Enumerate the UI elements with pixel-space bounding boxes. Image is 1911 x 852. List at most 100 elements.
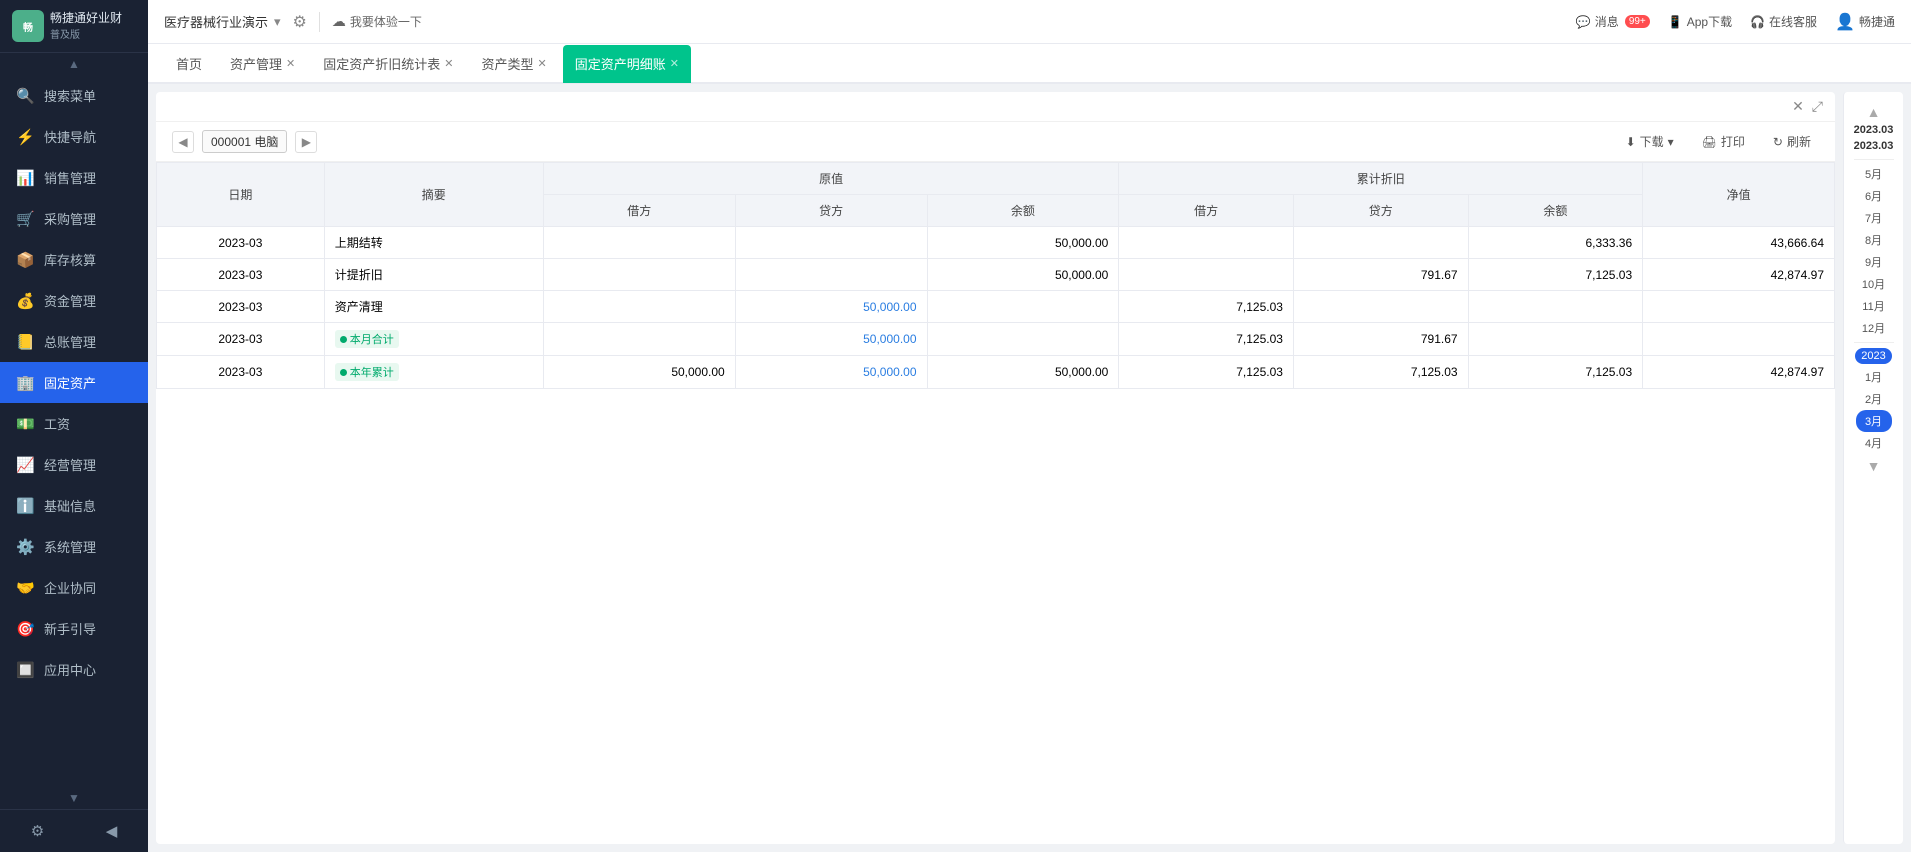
search-icon: 🔍 [16, 87, 34, 105]
sidebar-item-quicknav[interactable]: ⚡ 快捷导航 [0, 116, 148, 157]
settings-button[interactable]: ⚙ [27, 818, 48, 844]
timeline-month-3-active[interactable]: 3月 [1856, 410, 1892, 432]
sidebar-item-ledger[interactable]: 📒 总账管理 [0, 321, 148, 362]
timeline-month-11[interactable]: 11月 [1844, 295, 1903, 317]
timeline-month-7[interactable]: 7月 [1844, 207, 1903, 229]
cell-net-value [1643, 323, 1835, 356]
sidebar-item-operations[interactable]: 📈 经营管理 [0, 444, 148, 485]
timeline-month-1[interactable]: 1月 [1844, 366, 1903, 388]
tab-asset-mgmt-close[interactable]: ✕ [286, 57, 295, 70]
sidebar-logo: 畅 畅捷通好业财 普及版 [0, 0, 148, 53]
timeline-month-9[interactable]: 9月 [1844, 251, 1903, 273]
user-button[interactable]: 👤 畅捷通 [1835, 12, 1895, 32]
app-download-button[interactable]: 📱 App下载 [1668, 13, 1732, 30]
tab-home[interactable]: 首页 [164, 45, 214, 83]
cell-orig-balance: 50,000.00 [927, 356, 1119, 389]
timeline-month-4[interactable]: 4月 [1844, 432, 1903, 454]
next-asset-button[interactable]: ▶ [295, 131, 317, 153]
sidebar-item-funds[interactable]: 💰 资金管理 [0, 280, 148, 321]
cell-orig-credit: 50,000.00 [735, 291, 927, 323]
collapse-button[interactable]: ◀ [102, 818, 122, 844]
basic-icon: ℹ️ [16, 497, 34, 515]
topbar-title[interactable]: 医疗器械行业演示 ▾ [164, 12, 281, 31]
timeline-month-12[interactable]: 12月 [1844, 317, 1903, 339]
sidebar-item-inventory[interactable]: 📦 库存核算 [0, 239, 148, 280]
cell-orig-debit [543, 227, 735, 259]
sidebar-item-fixed[interactable]: 🏢 固定资产 [0, 362, 148, 403]
sidebar-item-search[interactable]: 🔍 搜索菜单 [0, 75, 148, 116]
expand-panel-button[interactable]: ⤢ [1812, 98, 1823, 115]
table-row: 2023-03 上期结转 50,000.00 6,333.36 43,666.6… [157, 227, 1835, 259]
sidebar-item-collab[interactable]: 🤝 企业协同 [0, 567, 148, 608]
close-panel-button[interactable]: ✕ [1792, 98, 1804, 115]
apps-icon: 🔲 [16, 661, 34, 679]
app-icon: 📱 [1668, 15, 1683, 29]
tab-asset-mgmt[interactable]: 资产管理 ✕ [218, 45, 307, 83]
cell-accum-debit [1119, 227, 1294, 259]
sales-icon: 📊 [16, 169, 34, 187]
tab-asset-type[interactable]: 资产类型 ✕ [469, 45, 558, 83]
data-table-wrap: 日期 摘要 原值 累计折旧 净值 借方 贷方 余额 借方 贷方 余额 [156, 162, 1835, 844]
tab-depreciation-table[interactable]: 固定资产折旧统计表 ✕ [311, 45, 465, 83]
col-accum-balance: 余额 [1468, 195, 1643, 227]
message-icon: 💬 [1576, 15, 1591, 29]
sidebar-item-salary[interactable]: 💵 工资 [0, 403, 148, 444]
sidebar-scroll-down[interactable]: ▼ [0, 787, 148, 809]
table-row: 2023-03 本月合计 50,000.00 7,125.03 791.67 [157, 323, 1835, 356]
purchase-icon: 🛒 [16, 210, 34, 228]
sidebar-item-sales[interactable]: 📊 销售管理 [0, 157, 148, 198]
timeline-month-8[interactable]: 8月 [1844, 229, 1903, 251]
download-icon: ⬇ [1626, 135, 1636, 149]
sidebar-item-purchase[interactable]: 🛒 采购管理 [0, 198, 148, 239]
service-button[interactable]: 🎧 在线客服 [1750, 13, 1817, 30]
message-button[interactable]: 💬 消息 99+ [1576, 13, 1650, 30]
tab-depreciation-table-close[interactable]: ✕ [444, 57, 453, 70]
print-button[interactable]: 🖨 打印 [1694, 130, 1753, 153]
col-header-original: 原值 [543, 163, 1118, 195]
cell-accum-credit: 791.67 [1293, 259, 1468, 291]
sidebar-item-system[interactable]: ⚙️ 系统管理 [0, 526, 148, 567]
cell-date: 2023-03 [157, 323, 325, 356]
prev-asset-button[interactable]: ◀ [172, 131, 194, 153]
sidebar-item-apps[interactable]: 🔲 应用中心 [0, 649, 148, 690]
cell-net-value [1643, 291, 1835, 323]
cell-accum-balance: 7,125.03 [1468, 356, 1643, 389]
col-header-summary: 摘要 [324, 163, 543, 227]
subtotal-badge: 本月合计 [335, 330, 399, 348]
timeline-month-2[interactable]: 2月 [1844, 388, 1903, 410]
topbar-settings-icon[interactable]: ⚙ [293, 12, 307, 32]
sidebar-item-basic[interactable]: ℹ️ 基础信息 [0, 485, 148, 526]
cell-orig-credit: 50,000.00 [735, 323, 927, 356]
col-header-accumulated: 累计折旧 [1119, 163, 1643, 195]
col-accum-debit: 借方 [1119, 195, 1294, 227]
sidebar-scroll-up[interactable]: ▲ [0, 53, 148, 75]
system-icon: ⚙️ [16, 538, 34, 556]
cell-orig-debit [543, 323, 735, 356]
timeline-month-5[interactable]: 5月 [1844, 163, 1903, 185]
download-button[interactable]: ⬇ 下载 ▾ [1618, 130, 1682, 153]
timeline-up-button[interactable]: ▲ [1863, 100, 1885, 124]
cell-orig-debit [543, 291, 735, 323]
sidebar-item-guide[interactable]: 🎯 新手引导 [0, 608, 148, 649]
cell-accum-credit [1293, 291, 1468, 323]
topbar-experience[interactable]: ☁ 我要体验一下 [332, 13, 422, 30]
tab-asset-type-close[interactable]: ✕ [538, 57, 547, 70]
cell-date: 2023-03 [157, 356, 325, 389]
topbar-divider [319, 12, 320, 32]
inventory-icon: 📦 [16, 251, 34, 269]
table-row: 2023-03 计提折旧 50,000.00 791.67 7,125.03 4… [157, 259, 1835, 291]
timeline-month-6[interactable]: 6月 [1844, 185, 1903, 207]
tab-asset-detail-close[interactable]: ✕ [670, 57, 679, 70]
content-area: ✕ ⤢ ◀ 000001 电脑 ▶ ⬇ 下载 ▾ 🖨 打印 [148, 84, 1911, 852]
fixed-icon: 🏢 [16, 374, 34, 392]
cell-accum-credit: 791.67 [1293, 323, 1468, 356]
timeline-month-10[interactable]: 10月 [1844, 273, 1903, 295]
timeline-year-badge[interactable]: 2023 [1855, 348, 1891, 364]
cell-date: 2023-03 [157, 291, 325, 323]
timeline-down-button[interactable]: ▼ [1863, 454, 1885, 478]
tab-asset-detail[interactable]: 固定资产明细账 ✕ [563, 45, 691, 83]
refresh-button[interactable]: ↻ 刷新 [1765, 130, 1819, 153]
cell-accum-balance [1468, 323, 1643, 356]
quicknav-icon: ⚡ [16, 128, 34, 146]
cell-accum-credit [1293, 227, 1468, 259]
